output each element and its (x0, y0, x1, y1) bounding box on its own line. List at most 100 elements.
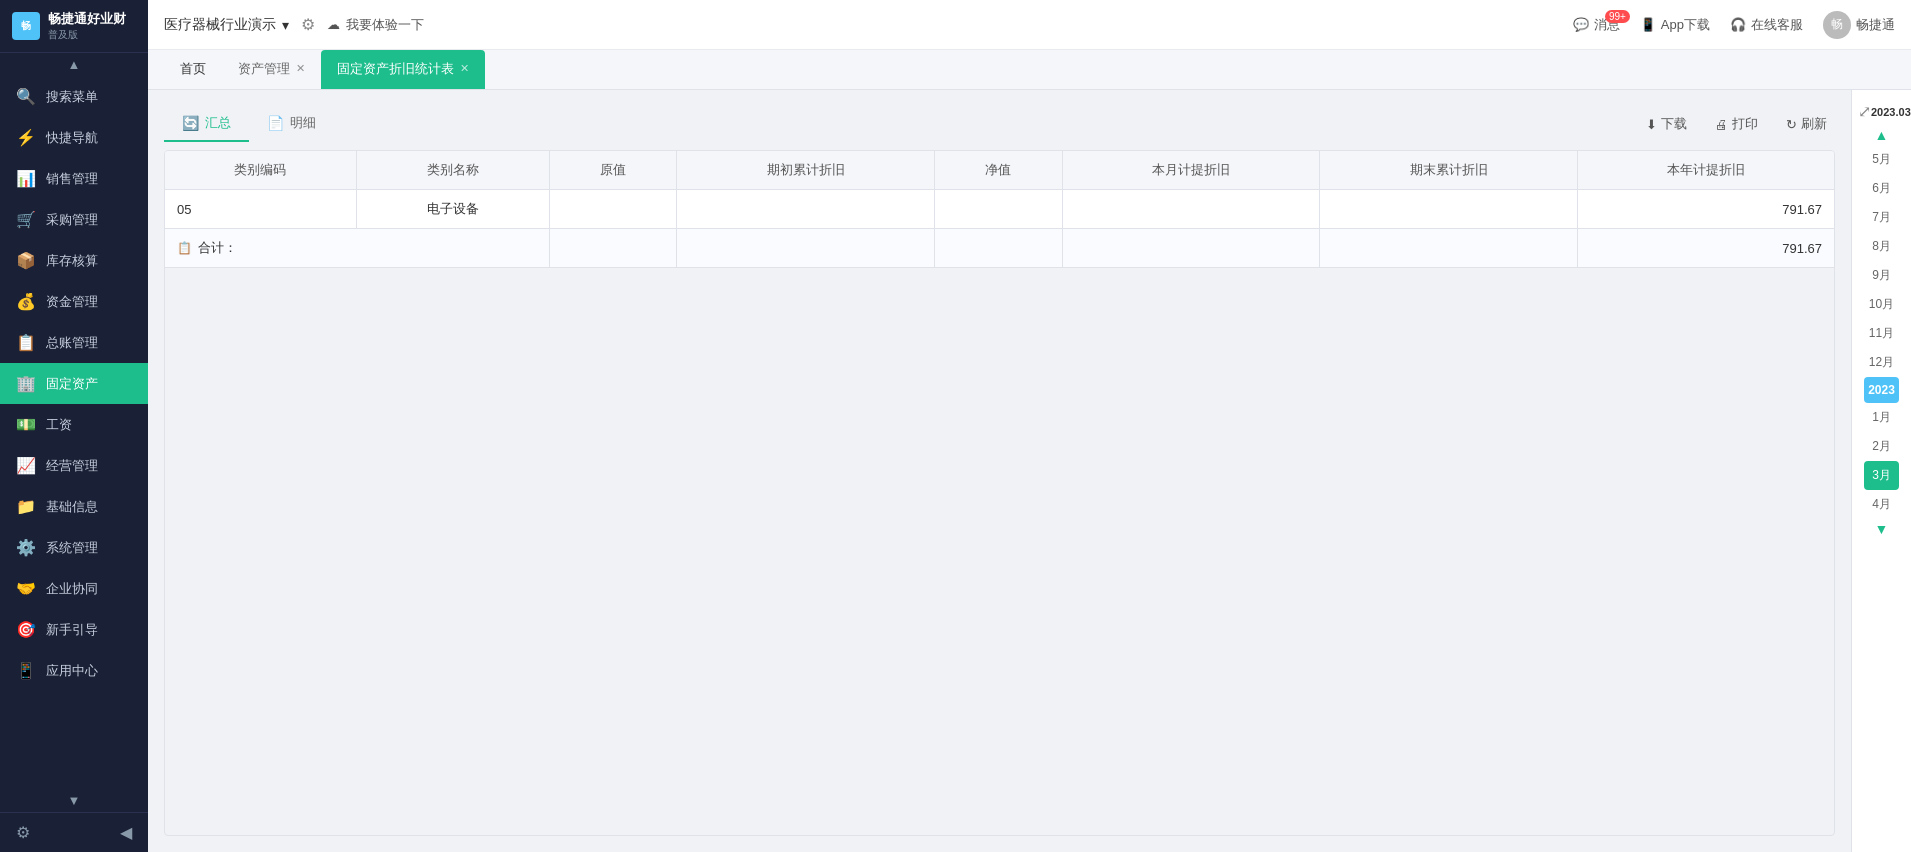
company-name: 医疗器械行业演示 (164, 16, 276, 34)
app-title-group: 畅捷通好业财 普及版 (48, 10, 126, 42)
sidebar-item-quick-nav[interactable]: ⚡快捷导航 (0, 117, 148, 158)
sidebar-item-app-center[interactable]: 📱 应用中心 (0, 650, 148, 691)
sidebar-item-system[interactable]: ⚙️系统管理 (0, 527, 148, 568)
sidebar-header: 畅 畅捷通好业财 普及版 (0, 0, 148, 53)
month-item-6月[interactable]: 6月 (1864, 174, 1899, 203)
panel-down-btn[interactable]: ▼ (1873, 519, 1891, 539)
table-row: 05电子设备791.67 (165, 190, 1834, 229)
subtotal-label: 合计： (198, 239, 237, 257)
tab-depreciation-report[interactable]: 固定资产折旧统计表✕ (321, 50, 485, 89)
subtotal-cell-0: 📋 合计： (165, 229, 549, 268)
month-item-10月[interactable]: 10月 (1864, 290, 1899, 319)
sidebar-label-sales: 销售管理 (46, 170, 98, 188)
message-icon: 💬 (1573, 17, 1589, 32)
dropdown-icon: ▾ (282, 17, 289, 33)
refresh-btn[interactable]: ↻ 刷新 (1778, 111, 1835, 137)
cell-7: 791.67 (1577, 190, 1834, 229)
online-service-action[interactable]: 🎧 在线客服 (1730, 16, 1803, 34)
experience-btn[interactable]: ☁ 我要体验一下 (327, 16, 424, 34)
sidebar-item-basic-info[interactable]: 📁基础信息 (0, 486, 148, 527)
sidebar-label-enterprise: 企业协同 (46, 580, 98, 598)
cell-3 (677, 190, 935, 229)
month-item-2月[interactable]: 2月 (1864, 432, 1899, 461)
month-item-1月[interactable]: 1月 (1864, 403, 1899, 432)
refresh-icon: ↻ (1786, 117, 1797, 132)
message-badge: 99+ (1605, 10, 1630, 23)
subtab-label-summary: 汇总 (205, 114, 231, 132)
sidebar-label-basic-info: 基础信息 (46, 498, 98, 516)
main-area: 医疗器械行业演示 ▾ ⚙ ☁ 我要体验一下 💬 消息 99+ 📱 App下载 🎧… (148, 0, 1911, 852)
col-header-1: 类别名称 (356, 151, 549, 190)
sales-icon: 📊 (16, 169, 36, 188)
sidebar-bottom: ⚙ ◀ (0, 812, 148, 852)
fixed-assets-icon: 🏢 (16, 374, 36, 393)
sidebar-item-payroll[interactable]: 💵工资 (0, 404, 148, 445)
subtotal-cell-4 (1062, 229, 1320, 268)
depreciation-table: 类别编码类别名称原值期初累计折旧净值本月计提折旧期末累计折旧本年计提折旧 05电… (164, 150, 1835, 836)
month-item-12月[interactable]: 12月 (1864, 348, 1899, 377)
sidebar-label-fixed-assets: 固定资产 (46, 375, 98, 393)
inventory-icon: 📦 (16, 251, 36, 270)
app-center-icon: 📱 (16, 661, 36, 680)
settings-icon[interactable]: ⚙ (16, 823, 30, 842)
cell-6 (1320, 190, 1578, 229)
sidebar-label-guide: 新手引导 (46, 621, 98, 639)
subtotal-icon: 📋 (177, 241, 192, 255)
sidebar-label-finance: 资金管理 (46, 293, 98, 311)
sidebar-label-inventory: 库存核算 (46, 252, 98, 270)
month-item-7月[interactable]: 7月 (1864, 203, 1899, 232)
sidebar-item-ledger[interactable]: 📋总账管理 (0, 322, 148, 363)
quick-nav-icon: ⚡ (16, 128, 36, 147)
download-icon: ⬇ (1646, 117, 1657, 132)
detail-subtab-icon: 📄 (267, 115, 284, 131)
toolbar: ⬇ 下载 🖨 打印 ↻ 刷新 (1638, 111, 1835, 137)
tab-close-depreciation-report[interactable]: ✕ (460, 62, 469, 75)
print-btn[interactable]: 🖨 打印 (1707, 111, 1766, 137)
cell-0: 05 (165, 190, 356, 229)
app-download-action[interactable]: 📱 App下载 (1640, 16, 1710, 34)
month-item-4月[interactable]: 4月 (1864, 490, 1899, 519)
month-item-11月[interactable]: 11月 (1864, 319, 1899, 348)
month-item-8月[interactable]: 8月 (1864, 232, 1899, 261)
col-header-2: 原值 (549, 151, 677, 190)
year-label[interactable]: 2023 (1864, 377, 1899, 403)
subtotal-cell-2 (677, 229, 935, 268)
sidebar-item-inventory[interactable]: 📦 库存核算 (0, 240, 148, 281)
col-header-6: 期末累计折旧 (1320, 151, 1578, 190)
sidebar-item-purchase[interactable]: 🛒采购管理 (0, 199, 148, 240)
sidebar-item-finance[interactable]: 💰资金管理 (0, 281, 148, 322)
sidebar-item-enterprise[interactable]: 🤝企业协同 (0, 568, 148, 609)
col-header-4: 净值 (934, 151, 1062, 190)
operations-icon: 📈 (16, 456, 36, 475)
sidebar-label-app-center: 应用中心 (46, 662, 98, 680)
user-action[interactable]: 畅 畅捷通 (1823, 11, 1895, 39)
sidebar-item-fixed-assets[interactable]: 🏢 固定资产 (0, 363, 148, 404)
month-item-5月[interactable]: 5月 (1864, 145, 1899, 174)
content-area: 🔄汇总📄明细 ⬇ 下载 🖨 打印 ↻ 刷新 (148, 90, 1911, 852)
sidebar-scroll-down[interactable]: ▼ (0, 789, 148, 812)
gear-icon[interactable]: ⚙ (301, 15, 315, 34)
month-item-3月[interactable]: 3月 (1864, 461, 1899, 490)
subtab-detail[interactable]: 📄明细 (249, 106, 334, 142)
topbar-right: 💬 消息 99+ 📱 App下载 🎧 在线客服 畅 畅捷通 (1573, 11, 1895, 39)
sidebar-item-search[interactable]: 🔍搜索菜单 (0, 76, 148, 117)
panel-up-btn[interactable]: ▲ (1873, 125, 1891, 145)
sidebar-item-guide[interactable]: 🎯 新手引导 (0, 609, 148, 650)
panel-expand-icon[interactable]: ⤢ (1858, 102, 1871, 121)
sidebar-item-operations[interactable]: 📈经营管理 (0, 445, 148, 486)
tab-close-asset-management[interactable]: ✕ (296, 62, 305, 75)
sidebar-item-sales[interactable]: 📊 销售管理 (0, 158, 148, 199)
subtab-summary[interactable]: 🔄汇总 (164, 106, 249, 142)
guide-icon: 🎯 (16, 620, 36, 639)
sidebar-scroll-up[interactable]: ▲ (0, 53, 148, 76)
message-action[interactable]: 💬 消息 99+ (1573, 16, 1620, 34)
collapse-icon[interactable]: ◀ (120, 823, 132, 842)
sidebar-label-system: 系统管理 (46, 539, 98, 557)
download-btn[interactable]: ⬇ 下载 (1638, 111, 1695, 137)
company-selector[interactable]: 医疗器械行业演示 ▾ (164, 16, 289, 34)
panel-year-month: 2023.03 (1871, 106, 1911, 118)
month-item-9月[interactable]: 9月 (1864, 261, 1899, 290)
print-icon: 🖨 (1715, 117, 1728, 132)
tab-home[interactable]: 首页 (164, 50, 222, 89)
tab-asset-management[interactable]: 资产管理✕ (222, 50, 321, 89)
